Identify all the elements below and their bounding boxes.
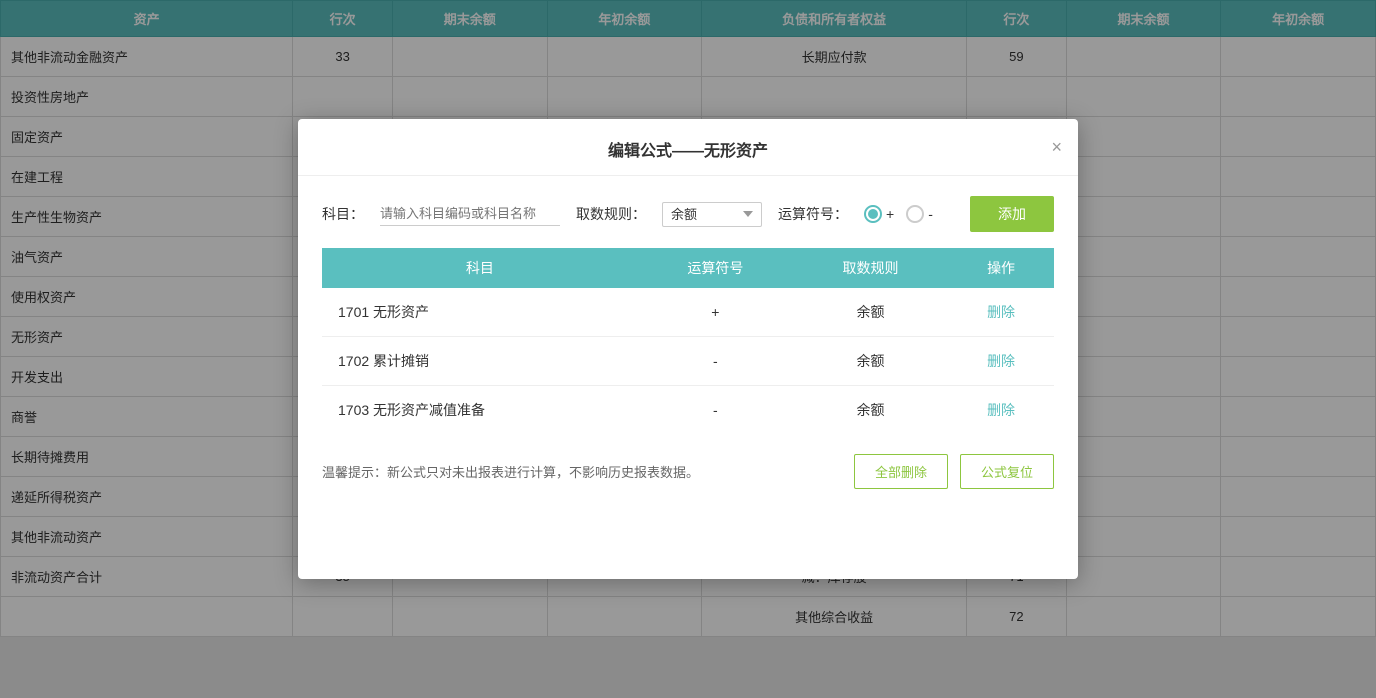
- modal-title: 编辑公式——无形资产: [608, 137, 768, 161]
- th-rule: 取数规则: [793, 248, 948, 288]
- row3-rule: 余额: [793, 386, 948, 435]
- row3-operator: -: [638, 386, 793, 435]
- row2-rule: 余额: [793, 337, 948, 386]
- table-row: 1703 无形资产减值准备 - 余额 删除: [322, 386, 1054, 435]
- row1-rule: 余额: [793, 288, 948, 337]
- modal-overlay: 编辑公式——无形资产 × 科目： 取数规则： 余额 借方 贷方 借方发生额 贷方…: [0, 0, 1376, 698]
- reset-formula-button[interactable]: 公式复位: [960, 454, 1054, 489]
- operator-radio-group: + -: [864, 205, 933, 223]
- row3-delete-link[interactable]: 删除: [987, 402, 1015, 418]
- form-row: 科目： 取数规则： 余额 借方 贷方 借方发生额 贷方发生额 运算符号： +: [298, 176, 1078, 248]
- operator-label: 运算符号：: [778, 204, 848, 224]
- radio-minus-circle: [906, 205, 924, 223]
- table-header-row: 科目 运算符号 取数规则 操作: [322, 248, 1054, 288]
- modal-header: 编辑公式——无形资产 ×: [298, 119, 1078, 176]
- table-row: 1701 无形资产 + 余额 删除: [322, 288, 1054, 337]
- radio-plus-circle: [864, 205, 882, 223]
- footer-buttons: 全部删除 公式复位: [854, 454, 1054, 489]
- row1-action: 删除: [948, 288, 1054, 337]
- radio-minus[interactable]: -: [906, 205, 933, 223]
- subject-label: 科目：: [322, 204, 364, 224]
- row3-subject: 1703 无形资产减值准备: [322, 386, 638, 435]
- rule-label: 取数规则：: [576, 204, 646, 224]
- hint-text: 温馨提示：新公式只对未出报表进行计算，不影响历史报表数据。: [322, 462, 699, 481]
- row1-subject: 1701 无形资产: [322, 288, 638, 337]
- row1-operator: +: [638, 288, 793, 337]
- row2-operator: -: [638, 337, 793, 386]
- edit-formula-modal: 编辑公式——无形资产 × 科目： 取数规则： 余额 借方 贷方 借方发生额 贷方…: [298, 119, 1078, 579]
- delete-all-button[interactable]: 全部删除: [854, 454, 948, 489]
- modal-close-button[interactable]: ×: [1051, 138, 1062, 156]
- th-subject: 科目: [322, 248, 638, 288]
- row2-subject: 1702 累计摊销: [322, 337, 638, 386]
- th-operator: 运算符号: [638, 248, 793, 288]
- row1-delete-link[interactable]: 删除: [987, 304, 1015, 320]
- table-row: 1702 累计摊销 - 余额 删除: [322, 337, 1054, 386]
- th-action: 操作: [948, 248, 1054, 288]
- row2-delete-link[interactable]: 删除: [987, 353, 1015, 369]
- radio-plus-label: +: [886, 206, 894, 222]
- rule-select-wrap: 余额 借方 贷方 借方发生额 贷方发生额: [662, 202, 762, 227]
- radio-minus-label: -: [928, 206, 933, 222]
- formula-table: 科目 运算符号 取数规则 操作 1701 无形资产 + 余额 删除 1702 累…: [322, 248, 1054, 434]
- subject-input[interactable]: [380, 202, 560, 226]
- add-button[interactable]: 添加: [970, 196, 1054, 232]
- row3-action: 删除: [948, 386, 1054, 435]
- rule-select[interactable]: 余额 借方 贷方 借方发生额 贷方发生额: [662, 202, 762, 227]
- row2-action: 删除: [948, 337, 1054, 386]
- radio-plus[interactable]: +: [864, 205, 894, 223]
- modal-footer: 温馨提示：新公式只对未出报表进行计算，不影响历史报表数据。 全部删除 公式复位: [298, 434, 1078, 489]
